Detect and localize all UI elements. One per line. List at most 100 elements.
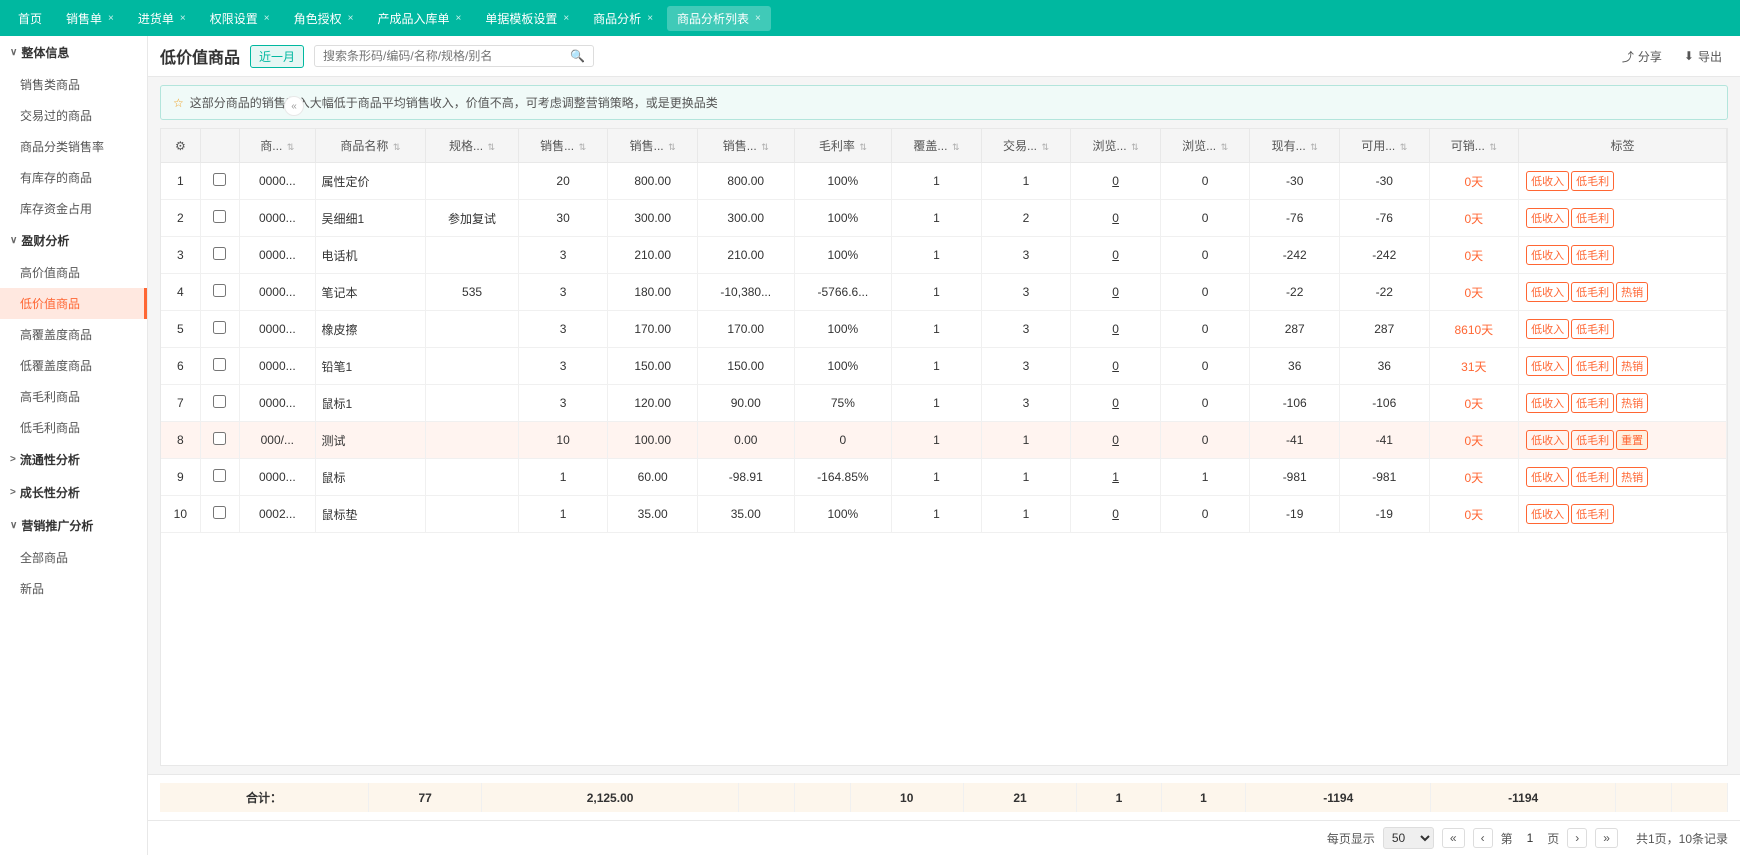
sidebar-item-全部商品[interactable]: 全部商品 (0, 542, 147, 573)
nav-tab-进货单[interactable]: 进货单× (128, 6, 196, 31)
sidebar-item-高覆盖度商品[interactable]: 高覆盖度商品 (0, 319, 147, 350)
col-spec[interactable]: 规格... ⇅ (426, 129, 519, 163)
cell-browse1[interactable]: 0 (1071, 200, 1161, 237)
browse1-link[interactable]: 1 (1112, 470, 1119, 484)
col-saleable[interactable]: 可销... ⇅ (1429, 129, 1519, 163)
row-checkbox[interactable] (213, 469, 226, 482)
close-icon[interactable]: × (563, 13, 569, 24)
col-browse2[interactable]: 浏览... ⇅ (1160, 129, 1250, 163)
col-browse1[interactable]: 浏览... ⇅ (1071, 129, 1161, 163)
nav-tab-单据模板设置[interactable]: 单据模板设置× (475, 6, 579, 31)
export-btn[interactable]: ⬇ 导出 (1678, 45, 1728, 68)
nav-tab-权限设置[interactable]: 权限设置× (200, 6, 280, 31)
cell-browse1[interactable]: 0 (1071, 163, 1161, 200)
row-checkbox[interactable] (213, 358, 226, 371)
time-filter-btn[interactable]: 近一月 (250, 45, 304, 68)
cell-checkbox[interactable] (200, 422, 239, 459)
col-sale2[interactable]: 销售... ⇅ (608, 129, 698, 163)
cell-browse1[interactable]: 0 (1071, 496, 1161, 533)
nav-tab-商品分析列表[interactable]: 商品分析列表× (667, 6, 771, 31)
row-checkbox[interactable] (213, 210, 226, 223)
row-checkbox[interactable] (213, 506, 226, 519)
sidebar-item-交易过的商品[interactable]: 交易过的商品 (0, 100, 147, 131)
col-available[interactable]: 可用... ⇅ (1339, 129, 1429, 163)
cell-checkbox[interactable] (200, 274, 239, 311)
share-btn[interactable]: ⤴ 分享 (1616, 45, 1668, 68)
sidebar-item-高毛利商品[interactable]: 高毛利商品 (0, 381, 147, 412)
search-input[interactable] (323, 49, 570, 63)
col-code[interactable]: 商... ⇅ (240, 129, 315, 163)
nav-tab-角色授权[interactable]: 角色授权× (284, 6, 364, 31)
per-page-select[interactable]: 50 100 200 (1383, 827, 1434, 849)
row-checkbox[interactable] (213, 321, 226, 334)
browse1-link[interactable]: 0 (1112, 285, 1119, 299)
sidebar-item-库存资金占用[interactable]: 库存资金占用 (0, 193, 147, 224)
sidebar-item-低覆盖度商品[interactable]: 低覆盖度商品 (0, 350, 147, 381)
sidebar-item-有库存的商品[interactable]: 有库存的商品 (0, 162, 147, 193)
sidebar-group-整体信息[interactable]: ∨整体信息 (0, 36, 147, 69)
cell-checkbox[interactable] (200, 348, 239, 385)
last-page-btn[interactable]: » (1595, 828, 1618, 848)
cell-browse1[interactable]: 0 (1071, 237, 1161, 274)
browse1-link[interactable]: 0 (1112, 507, 1119, 521)
nav-tab-产成品入库单[interactable]: 产成品入库单× (367, 6, 471, 31)
close-icon[interactable]: × (348, 13, 354, 24)
row-checkbox[interactable] (213, 284, 226, 297)
prev-page-btn[interactable]: ‹ (1473, 828, 1493, 848)
sidebar-group-流通性分析[interactable]: >流通性分析 (0, 443, 147, 476)
col-trade[interactable]: 交易... ⇅ (981, 129, 1071, 163)
browse1-link[interactable]: 0 (1112, 174, 1119, 188)
cell-checkbox[interactable] (200, 200, 239, 237)
cell-checkbox[interactable] (200, 496, 239, 533)
close-icon[interactable]: × (108, 13, 114, 24)
browse1-link[interactable]: 0 (1112, 322, 1119, 336)
browse1-link[interactable]: 0 (1112, 211, 1119, 225)
nav-tab-首页[interactable]: 首页 (8, 6, 52, 31)
sidebar-group-盈财分析[interactable]: ∨盈财分析 (0, 224, 147, 257)
cell-checkbox[interactable] (200, 459, 239, 496)
cell-browse1[interactable]: 0 (1071, 385, 1161, 422)
row-checkbox[interactable] (213, 247, 226, 260)
cell-browse1[interactable]: 0 (1071, 422, 1161, 459)
cell-browse1[interactable]: 1 (1071, 459, 1161, 496)
close-icon[interactable]: × (455, 13, 461, 24)
browse1-link[interactable]: 0 (1112, 359, 1119, 373)
close-icon[interactable]: × (647, 13, 653, 24)
nav-tab-销售单[interactable]: 销售单× (56, 6, 124, 31)
sidebar-item-新品[interactable]: 新品 (0, 573, 147, 604)
sidebar: ∨整体信息销售类商品交易过的商品商品分类销售率有库存的商品库存资金占用∨盈财分析… (0, 36, 148, 855)
sidebar-item-高价值商品[interactable]: 高价值商品 (0, 257, 147, 288)
cell-checkbox[interactable] (200, 385, 239, 422)
sidebar-group-成长性分析[interactable]: >成长性分析 (0, 476, 147, 509)
sidebar-item-低毛利商品[interactable]: 低毛利商品 (0, 412, 147, 443)
row-checkbox[interactable] (213, 173, 226, 186)
browse1-link[interactable]: 0 (1112, 248, 1119, 262)
sidebar-item-销售类商品[interactable]: 销售类商品 (0, 69, 147, 100)
cell-checkbox[interactable] (200, 237, 239, 274)
cell-checkbox[interactable] (200, 311, 239, 348)
col-current[interactable]: 现有... ⇅ (1250, 129, 1340, 163)
sidebar-collapse-btn[interactable]: « (284, 96, 304, 116)
next-page-btn[interactable]: › (1567, 828, 1587, 848)
col-sale3[interactable]: 销售... ⇅ (697, 129, 794, 163)
browse1-link[interactable]: 0 (1112, 433, 1119, 447)
nav-tab-商品分析[interactable]: 商品分析× (583, 6, 663, 31)
sidebar-item-商品分类销售率[interactable]: 商品分类销售率 (0, 131, 147, 162)
row-checkbox[interactable] (213, 432, 226, 445)
col-name[interactable]: 商品名称 ⇅ (315, 129, 426, 163)
cell-browse1[interactable]: 0 (1071, 274, 1161, 311)
close-icon[interactable]: × (755, 13, 761, 24)
cell-browse1[interactable]: 0 (1071, 311, 1161, 348)
browse1-link[interactable]: 0 (1112, 396, 1119, 410)
col-coverage[interactable]: 覆盖... ⇅ (892, 129, 982, 163)
row-checkbox[interactable] (213, 395, 226, 408)
close-icon[interactable]: × (264, 13, 270, 24)
cell-browse1[interactable]: 0 (1071, 348, 1161, 385)
close-icon[interactable]: × (180, 13, 186, 24)
sidebar-group-营销推广分析[interactable]: ∨营销推广分析 (0, 509, 147, 542)
sidebar-item-低价值商品[interactable]: 低价值商品 (0, 288, 147, 319)
col-sale1[interactable]: 销售... ⇅ (518, 129, 608, 163)
first-page-btn[interactable]: « (1442, 828, 1465, 848)
cell-checkbox[interactable] (200, 163, 239, 200)
col-gross_margin[interactable]: 毛利率 ⇅ (794, 129, 892, 163)
